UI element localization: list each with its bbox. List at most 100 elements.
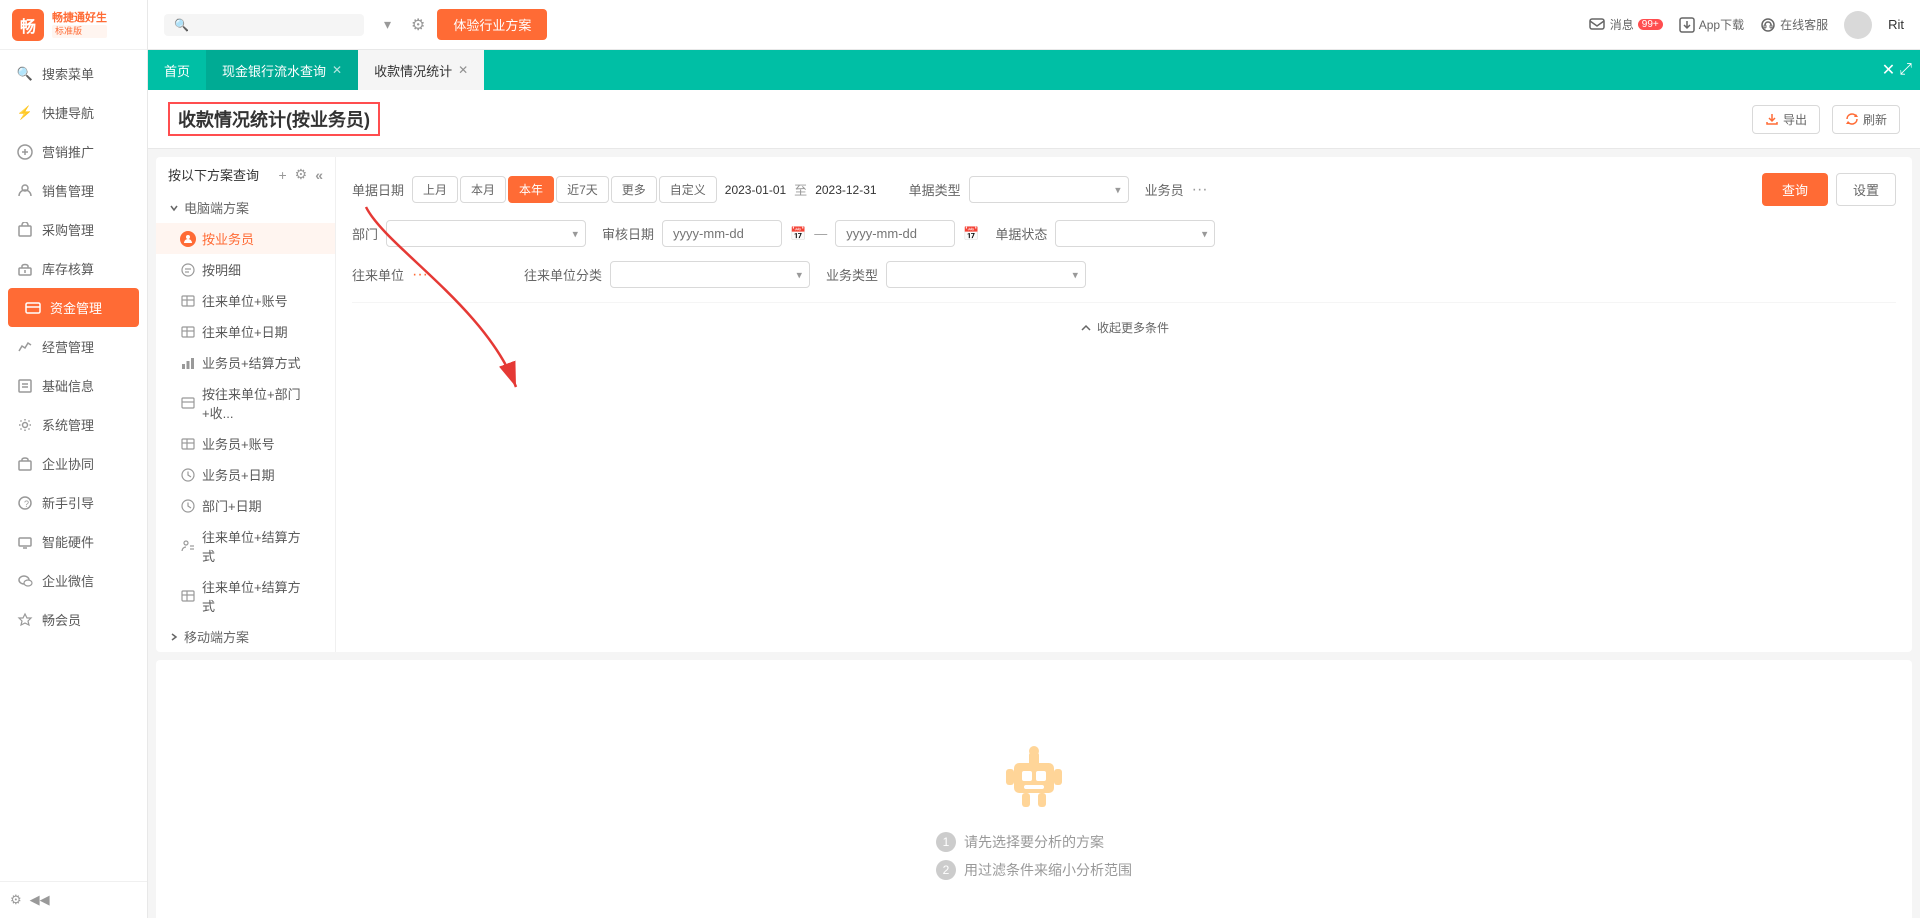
sidebar-item-member[interactable]: 畅会员 xyxy=(0,600,147,639)
operation-icon xyxy=(16,338,34,356)
export-btn[interactable]: 导出 xyxy=(1752,105,1820,134)
scheme-item-salesman-settlement[interactable]: 业务员+结算方式 xyxy=(156,347,335,378)
online-service-btn[interactable]: 在线客服 xyxy=(1760,16,1828,33)
page-header: 收款情况统计(按业务员) 导出 刷新 xyxy=(148,90,1920,149)
review-date-from-input[interactable] xyxy=(662,220,782,247)
sidebar-item-system[interactable]: 系统管理 xyxy=(0,405,147,444)
mobile-group-label: 移动端方案 xyxy=(184,627,249,646)
sidebar-item-operation[interactable]: 经营管理 xyxy=(0,327,147,366)
scheme-item-salesman-date[interactable]: 业务员+日期 xyxy=(156,459,335,490)
sidebar-item-guide[interactable]: ? 新手引导 xyxy=(0,483,147,522)
biz-type-select[interactable] xyxy=(886,261,1086,288)
tabbar-actions: ✕ ⤢ xyxy=(1882,60,1920,80)
system-icon xyxy=(16,416,34,434)
scheme-item-counterpart-settlement-2[interactable]: 往来单位+结算方式 xyxy=(156,571,335,621)
topbar-gear-icon[interactable]: ⚙ xyxy=(411,17,425,34)
scheme-item-counterpart-account[interactable]: 往来单位+账号 xyxy=(156,285,335,316)
date-btn-7days[interactable]: 近7天 xyxy=(556,176,609,203)
scheme-collapse-icon[interactable]: « xyxy=(315,167,323,183)
refresh-btn[interactable]: 刷新 xyxy=(1832,105,1900,134)
tip-item-2: 2 用过滤条件来缩小分析范围 xyxy=(936,860,1132,880)
sidebar-label-wechat: 企业微信 xyxy=(42,571,94,590)
sidebar-item-sales[interactable]: 销售管理 xyxy=(0,171,147,210)
date-btn-this-month[interactable]: 本月 xyxy=(460,176,506,203)
sidebar-item-marketing[interactable]: 营销推广 xyxy=(0,132,147,171)
scheme-item-salesman-date-label: 业务员+日期 xyxy=(202,465,275,484)
app-download-btn[interactable]: App下载 xyxy=(1679,16,1744,33)
calendar-icon-to[interactable]: 📅 xyxy=(963,226,979,242)
counterpart-class-label: 往来单位分类 xyxy=(524,265,602,284)
sidebar-item-quick-nav[interactable]: ⚡ 快捷导航 xyxy=(0,93,147,132)
sidebar-item-wechat[interactable]: 企业微信 xyxy=(0,561,147,600)
sidebar-label-marketing: 营销推广 xyxy=(42,142,94,161)
scheme-group-mobile-title[interactable]: 移动端方案 xyxy=(156,621,335,652)
scheme-add-icon[interactable]: + xyxy=(278,167,286,183)
dept-select[interactable] xyxy=(386,220,586,247)
date-filter: 单据日期 上月 本月 本年 近7天 更多 自定义 2023-01-01 至 20… xyxy=(352,176,877,203)
setting-btn[interactable]: 设置 xyxy=(1836,173,1896,206)
tab-collection-stat-close[interactable]: ✕ xyxy=(458,63,468,77)
collapse-btn[interactable]: 收起更多条件 xyxy=(1071,311,1177,344)
date-range-separator: 至 xyxy=(794,180,807,199)
counterpart-more-icon[interactable]: ··· xyxy=(412,266,428,284)
user-avatar[interactable] xyxy=(1844,11,1872,39)
app-download-icon xyxy=(1679,17,1695,33)
scheme-item-salesman-account[interactable]: 业务员+账号 xyxy=(156,428,335,459)
tab-cash-flow[interactable]: 现金银行流水查询 ✕ xyxy=(206,50,358,90)
online-service-label: 在线客服 xyxy=(1780,16,1828,33)
tab-collection-stat[interactable]: 收款情况统计 ✕ xyxy=(358,50,484,90)
date-btn-last-month[interactable]: 上月 xyxy=(412,176,458,203)
tab-cash-flow-close[interactable]: ✕ xyxy=(332,63,342,77)
scheme-item-by-salesman[interactable]: 按业务员 xyxy=(156,223,335,254)
salesman-more-icon[interactable]: ··· xyxy=(1192,181,1208,199)
sidebar-item-finance[interactable]: 资金管理 xyxy=(8,288,139,327)
scheme-header-title: 按以下方案查询 xyxy=(168,165,259,184)
review-date-to-input[interactable] xyxy=(835,220,955,247)
query-btn[interactable]: 查询 xyxy=(1762,173,1828,206)
scheme-item-dept-date[interactable]: 部门+日期 xyxy=(156,490,335,521)
scheme-item-counterpart-settlement-1[interactable]: 往来单位+结算方式 xyxy=(156,521,335,571)
tip-item-1: 1 请先选择要分析的方案 xyxy=(936,832,1132,852)
sidebar-item-basic-info[interactable]: 基础信息 xyxy=(0,366,147,405)
scheme-item-by-counterpart-dept[interactable]: 按往来单位+部门+收... xyxy=(156,378,335,428)
sidebar-item-smart-hw[interactable]: 智能硬件 xyxy=(0,522,147,561)
member-icon xyxy=(16,611,34,629)
sidebar-collapse-icon[interactable]: ◀◀ xyxy=(30,892,50,908)
topbar-nav-icon[interactable]: ▾ xyxy=(384,16,391,33)
collapse-row: 收起更多条件 xyxy=(352,302,1896,352)
doc-type-select[interactable] xyxy=(969,176,1129,203)
sidebar-item-purchase[interactable]: 采购管理 xyxy=(0,210,147,249)
scheme-group-desktop-title[interactable]: 电脑端方案 xyxy=(156,192,335,223)
message-btn[interactable]: 消息 99+ xyxy=(1588,16,1663,34)
biz-type-select-wrapper xyxy=(886,261,1086,288)
scheme-item-detail[interactable]: 按明细 xyxy=(156,254,335,285)
page-header-actions: 导出 刷新 xyxy=(1752,105,1900,134)
sidebar-item-inventory[interactable]: 库存核算 xyxy=(0,249,147,288)
date-btn-more[interactable]: 更多 xyxy=(611,176,657,203)
calendar-icon-from[interactable]: 📅 xyxy=(790,226,806,242)
scheme-setting-icon[interactable]: ⚙ xyxy=(295,166,308,183)
scheme-group-mobile: 移动端方案 xyxy=(156,621,335,652)
sidebar-settings-icon[interactable]: ⚙ xyxy=(10,892,22,908)
doc-status-select-wrapper xyxy=(1055,220,1215,247)
empty-tips: 1 请先选择要分析的方案 2 用过滤条件来缩小分析范围 xyxy=(936,832,1132,888)
doc-type-filter: 单据类型 xyxy=(909,176,1129,203)
service-icon xyxy=(1760,17,1776,33)
filter-row-1: 单据日期 上月 本月 本年 近7天 更多 自定义 2023-01-01 至 20… xyxy=(352,173,1896,206)
filter-row-2: 部门 审核日期 📅 — 📅 xyxy=(352,220,1896,247)
tab-expand-icon[interactable]: ⤢ xyxy=(1899,61,1912,79)
date-btn-this-year[interactable]: 本年 xyxy=(508,176,554,203)
sidebar-item-search[interactable]: 🔍 搜索菜单 xyxy=(0,54,147,93)
doc-status-select[interactable] xyxy=(1055,220,1215,247)
tab-close-all-icon[interactable]: ✕ xyxy=(1882,60,1895,80)
refresh-icon xyxy=(1845,112,1859,126)
tab-home[interactable]: 首页 xyxy=(148,50,206,90)
collapse-label: 收起更多条件 xyxy=(1097,319,1169,336)
sidebar-item-enterprise[interactable]: 企业协同 xyxy=(0,444,147,483)
table-icon-2 xyxy=(180,324,196,340)
scheme-item-counterpart-date[interactable]: 往来单位+日期 xyxy=(156,316,335,347)
trial-btn[interactable]: 体验行业方案 xyxy=(437,9,547,40)
topbar-search-box: 🔍 xyxy=(164,14,364,36)
date-btn-custom[interactable]: 自定义 xyxy=(659,176,717,203)
counterpart-class-select[interactable] xyxy=(610,261,810,288)
